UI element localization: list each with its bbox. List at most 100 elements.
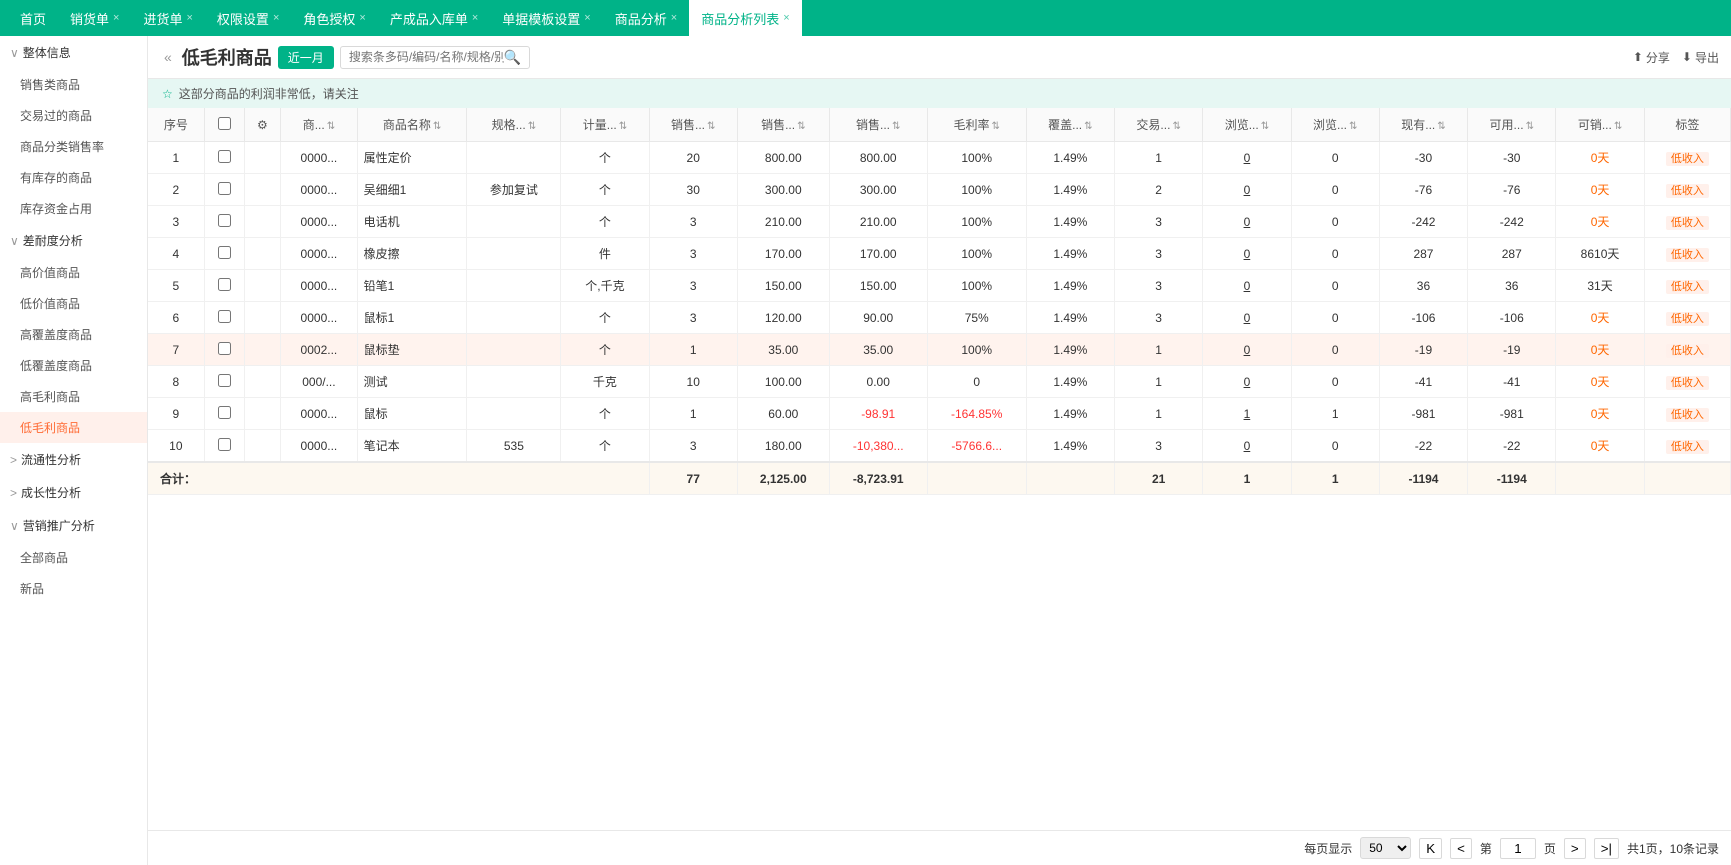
row-checkbox[interactable] bbox=[218, 374, 231, 387]
next-page-button[interactable]: > bbox=[1564, 838, 1586, 859]
first-page-button[interactable]: K bbox=[1419, 838, 1442, 859]
row-checkbox[interactable] bbox=[218, 214, 231, 227]
cell-coverage: 1.49% bbox=[1026, 302, 1114, 334]
nav-permissions[interactable]: 权限设置 × bbox=[205, 0, 291, 36]
col-spec[interactable]: 规格...⇅ bbox=[467, 108, 561, 142]
cell-browse1[interactable]: 0 bbox=[1203, 302, 1291, 334]
col-available[interactable]: 可用...⇅ bbox=[1468, 108, 1556, 142]
per-page-select[interactable]: 50 100 200 bbox=[1360, 837, 1411, 859]
close-icon[interactable]: × bbox=[472, 12, 478, 24]
col-code[interactable]: 商...⇅ bbox=[281, 108, 357, 142]
share-button[interactable]: ⬆ 分享 bbox=[1633, 49, 1670, 66]
row-checkbox[interactable] bbox=[218, 342, 231, 355]
row-checkbox[interactable] bbox=[218, 310, 231, 323]
close-icon[interactable]: × bbox=[584, 12, 590, 24]
cell-checkbox[interactable] bbox=[204, 366, 244, 398]
col-sales-count[interactable]: 销售...⇅ bbox=[649, 108, 737, 142]
cell-browse1[interactable]: 0 bbox=[1203, 174, 1291, 206]
col-browse1[interactable]: 浏览...⇅ bbox=[1203, 108, 1291, 142]
select-all-checkbox[interactable] bbox=[218, 117, 231, 130]
sidebar-item-new-products[interactable]: 新品 bbox=[0, 573, 147, 604]
row-checkbox[interactable] bbox=[218, 246, 231, 259]
col-sales-amount[interactable]: 销售...⇅ bbox=[737, 108, 829, 142]
col-gross-rate[interactable]: 毛利率⇅ bbox=[927, 108, 1026, 142]
cell-browse1[interactable]: 0 bbox=[1203, 430, 1291, 463]
col-unit[interactable]: 计量...⇅ bbox=[561, 108, 649, 142]
cell-checkbox[interactable] bbox=[204, 142, 244, 174]
col-name[interactable]: 商品名称⇅ bbox=[357, 108, 467, 142]
sidebar-group-overall[interactable]: ∨ 整体信息 bbox=[0, 36, 147, 69]
page-number-input[interactable] bbox=[1500, 838, 1536, 859]
col-browse2[interactable]: 浏览...⇅ bbox=[1291, 108, 1379, 142]
prev-page-button[interactable]: < bbox=[1450, 838, 1472, 859]
sidebar-item-capital[interactable]: 库存资金占用 bbox=[0, 193, 147, 224]
sidebar-item-high-profit[interactable]: 高毛利商品 bbox=[0, 381, 147, 412]
sidebar-collapse-button[interactable]: « bbox=[160, 45, 176, 69]
nav-purchase[interactable]: 进货单 × bbox=[131, 0, 204, 36]
cell-checkbox[interactable] bbox=[204, 206, 244, 238]
sidebar-group-marketing[interactable]: ∨ 营销推广分析 bbox=[0, 509, 147, 542]
nav-product-analysis-list[interactable]: 商品分析列表 × bbox=[689, 0, 801, 36]
sidebar-item-category-sales-rate[interactable]: 商品分类销售率 bbox=[0, 131, 147, 162]
cell-browse1[interactable]: 1 bbox=[1203, 398, 1291, 430]
close-icon[interactable]: × bbox=[671, 12, 677, 24]
sidebar-item-traded[interactable]: 交易过的商品 bbox=[0, 100, 147, 131]
nav-product-analysis[interactable]: 商品分析 × bbox=[603, 0, 689, 36]
sidebar-item-low-coverage[interactable]: 低覆盖度商品 bbox=[0, 350, 147, 381]
cell-checkbox[interactable] bbox=[204, 238, 244, 270]
cell-spec bbox=[467, 366, 561, 398]
cell-browse1[interactable]: 0 bbox=[1203, 206, 1291, 238]
table-row: 5 0000... 铅笔1 个,千克 3 150.00 150.00 100% … bbox=[148, 270, 1731, 302]
sidebar-item-low-profit[interactable]: 低毛利商品 bbox=[0, 412, 147, 443]
close-icon[interactable]: × bbox=[273, 12, 279, 24]
search-input[interactable] bbox=[349, 50, 504, 64]
col-sales-profit[interactable]: 销售...⇅ bbox=[829, 108, 927, 142]
sidebar-group-quality[interactable]: ∨ 差耐度分析 bbox=[0, 224, 147, 257]
col-settings[interactable]: ⚙ bbox=[244, 108, 281, 142]
cell-checkbox[interactable] bbox=[204, 302, 244, 334]
last-page-button[interactable]: >| bbox=[1594, 838, 1619, 859]
col-current[interactable]: 现有...⇅ bbox=[1379, 108, 1467, 142]
row-checkbox[interactable] bbox=[218, 278, 231, 291]
nav-template-settings[interactable]: 单据模板设置 × bbox=[490, 0, 602, 36]
row-checkbox[interactable] bbox=[218, 406, 231, 419]
nav-home[interactable]: 首页 bbox=[8, 0, 58, 36]
export-button[interactable]: ⬇ 导出 bbox=[1682, 49, 1719, 66]
nav-roles[interactable]: 角色授权 × bbox=[291, 0, 377, 36]
col-tag[interactable]: 标签 bbox=[1644, 108, 1730, 142]
sidebar-item-all-products[interactable]: 全部商品 bbox=[0, 542, 147, 573]
cell-sales-count: 3 bbox=[649, 206, 737, 238]
row-checkbox[interactable] bbox=[218, 438, 231, 451]
sidebar-group-growth[interactable]: > 成长性分析 bbox=[0, 476, 147, 509]
cell-browse1[interactable]: 0 bbox=[1203, 238, 1291, 270]
sidebar-item-sales-category[interactable]: 销售类商品 bbox=[0, 69, 147, 100]
nav-sales[interactable]: 销货单 × bbox=[58, 0, 131, 36]
col-transaction[interactable]: 交易...⇅ bbox=[1114, 108, 1202, 142]
col-coverage[interactable]: 覆盖...⇅ bbox=[1026, 108, 1114, 142]
col-checkbox-header[interactable] bbox=[204, 108, 244, 142]
cell-browse1[interactable]: 0 bbox=[1203, 270, 1291, 302]
close-icon[interactable]: × bbox=[113, 12, 119, 24]
cell-checkbox[interactable] bbox=[204, 430, 244, 463]
date-filter-button[interactable]: 近一月 bbox=[278, 46, 334, 69]
sidebar-item-with-stock[interactable]: 有库存的商品 bbox=[0, 162, 147, 193]
cell-checkbox[interactable] bbox=[204, 334, 244, 366]
sidebar-item-low-value[interactable]: 低价值商品 bbox=[0, 288, 147, 319]
sidebar-group-circulation[interactable]: > 流通性分析 bbox=[0, 443, 147, 476]
sidebar-item-high-coverage[interactable]: 高覆盖度商品 bbox=[0, 319, 147, 350]
cell-browse1[interactable]: 0 bbox=[1203, 334, 1291, 366]
nav-product-entry[interactable]: 产成品入库单 × bbox=[378, 0, 490, 36]
cell-checkbox[interactable] bbox=[204, 398, 244, 430]
row-checkbox[interactable] bbox=[218, 182, 231, 195]
cell-checkbox[interactable] bbox=[204, 174, 244, 206]
close-icon[interactable]: × bbox=[783, 12, 789, 24]
sidebar-item-high-value[interactable]: 高价值商品 bbox=[0, 257, 147, 288]
close-icon[interactable]: × bbox=[186, 12, 192, 24]
cell-browse1[interactable]: 0 bbox=[1203, 366, 1291, 398]
row-checkbox[interactable] bbox=[218, 150, 231, 163]
col-saleable[interactable]: 可销...⇅ bbox=[1556, 108, 1644, 142]
table-container[interactable]: 序号 ⚙ 商...⇅ 商品名称⇅ 规格...⇅ 计量...⇅ 销售...⇅ 销售… bbox=[148, 108, 1731, 830]
cell-browse1[interactable]: 0 bbox=[1203, 142, 1291, 174]
close-icon[interactable]: × bbox=[359, 12, 365, 24]
cell-checkbox[interactable] bbox=[204, 270, 244, 302]
